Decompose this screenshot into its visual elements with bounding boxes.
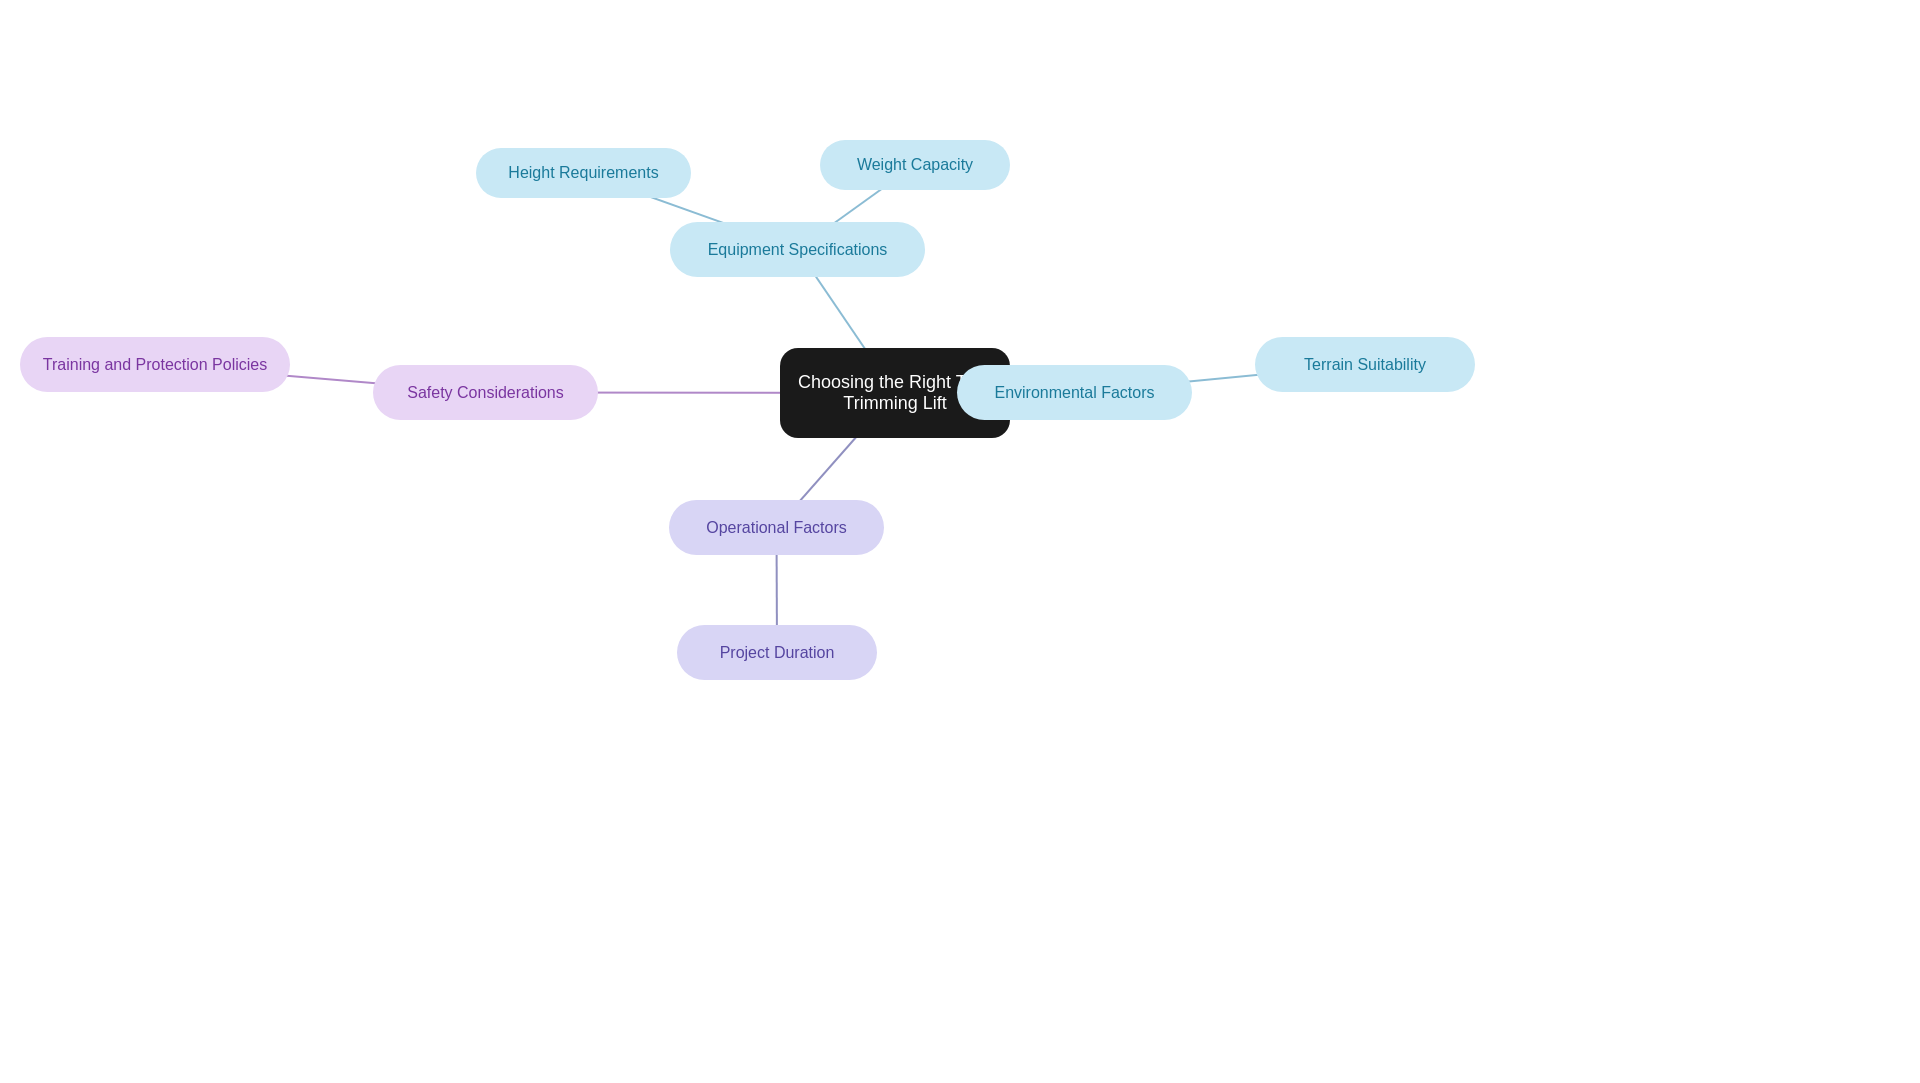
height-req-node[interactable]: Height Requirements [476, 148, 691, 198]
weight-cap-label: Weight Capacity [857, 156, 973, 174]
terrain-node[interactable]: Terrain Suitability [1255, 337, 1475, 392]
operational-label: Operational Factors [706, 519, 847, 537]
equipment-specs-label: Equipment Specifications [708, 241, 888, 259]
equipment-specs-node[interactable]: Equipment Specifications [670, 222, 925, 277]
training-node[interactable]: Training and Protection Policies [20, 337, 290, 392]
operational-node[interactable]: Operational Factors [669, 500, 884, 555]
safety-node[interactable]: Safety Considerations [373, 365, 598, 420]
height-req-label: Height Requirements [508, 164, 658, 182]
safety-label: Safety Considerations [407, 384, 564, 402]
project-dur-label: Project Duration [720, 644, 835, 662]
weight-cap-node[interactable]: Weight Capacity [820, 140, 1010, 190]
training-label: Training and Protection Policies [43, 356, 267, 374]
project-dur-node[interactable]: Project Duration [677, 625, 877, 680]
env-factors-label: Environmental Factors [994, 384, 1154, 402]
env-factors-node[interactable]: Environmental Factors [957, 365, 1192, 420]
terrain-label: Terrain Suitability [1304, 356, 1426, 374]
